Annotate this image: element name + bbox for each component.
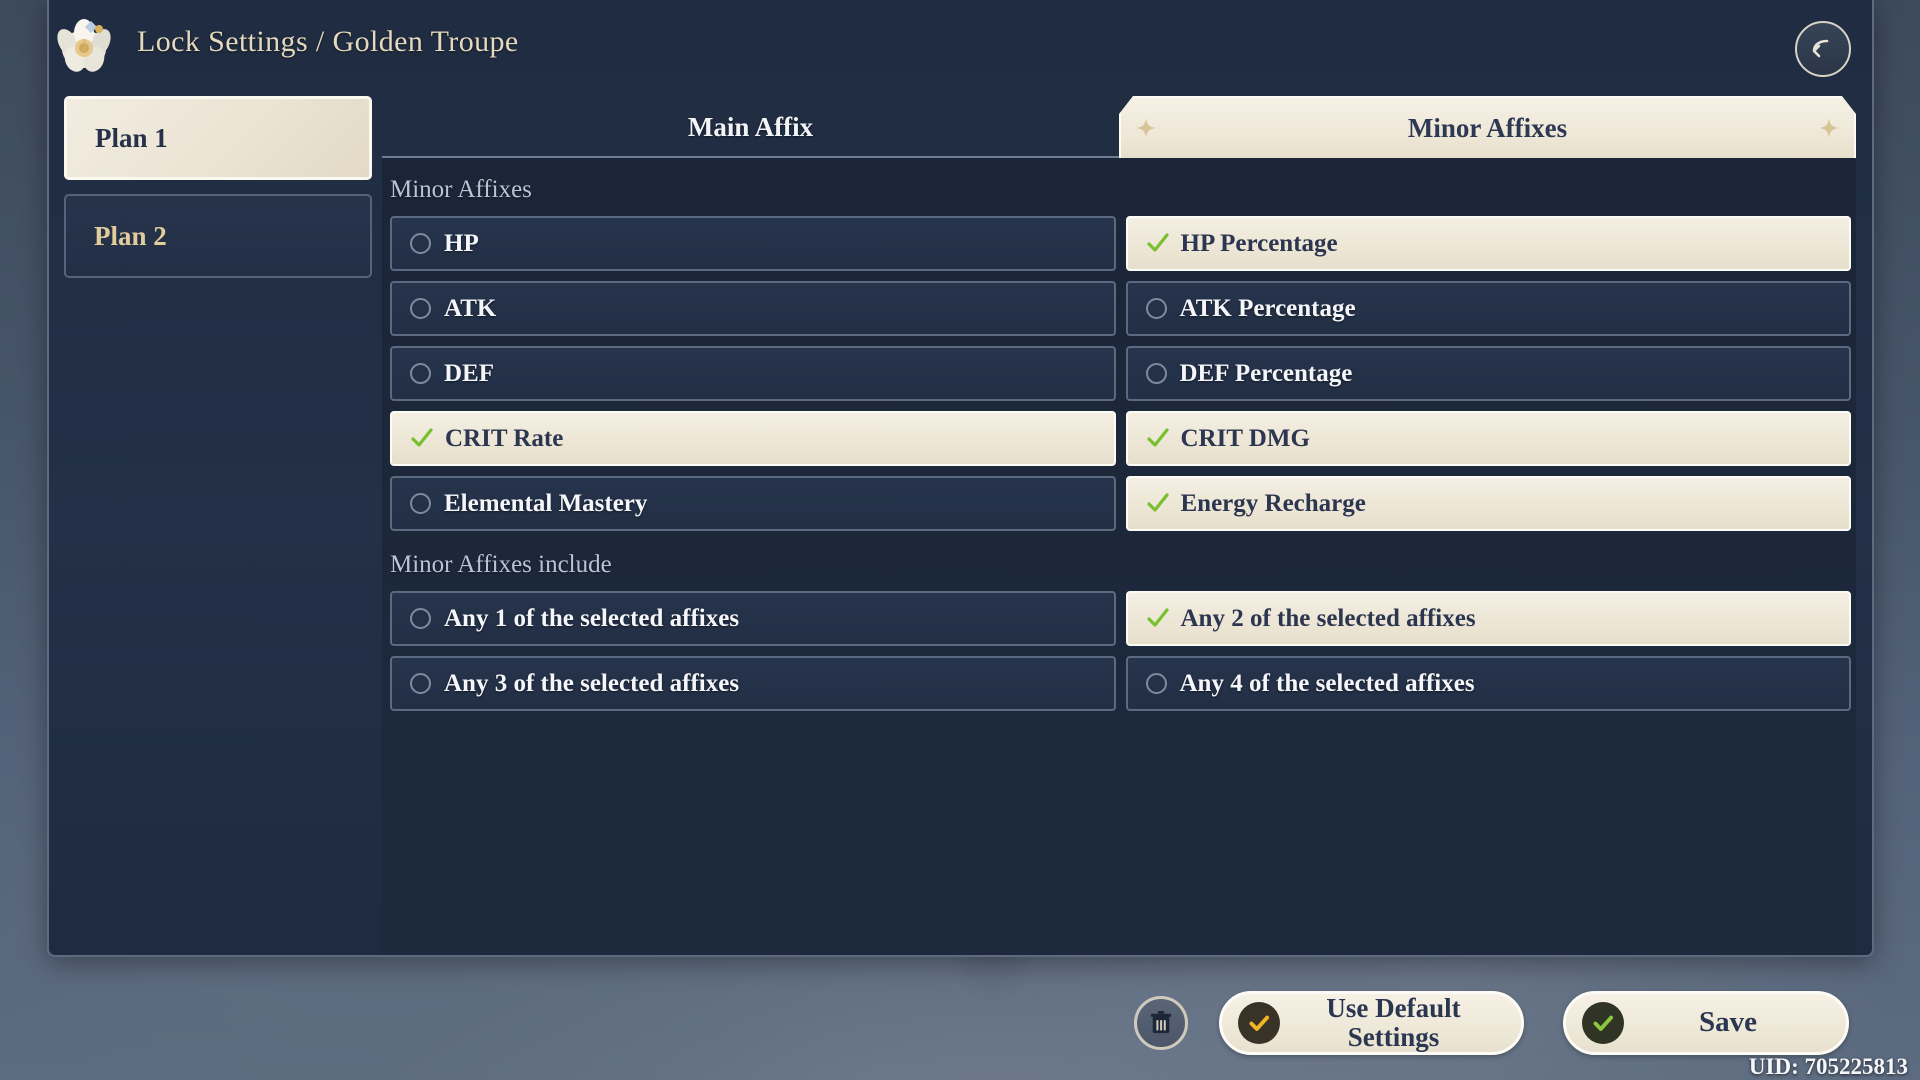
gold-check-icon: [1238, 1002, 1280, 1044]
minor-affixes-heading: Minor Affixes: [390, 176, 532, 203]
affix-option[interactable]: Elemental Mastery: [390, 476, 1116, 531]
green-check-icon: [1146, 492, 1169, 512]
affix-option[interactable]: ATK Percentage: [1125, 281, 1851, 336]
affix-option[interactable]: Any 4 of the selected affixes: [1125, 656, 1851, 711]
affix-option[interactable]: Any 3 of the selected affixes: [390, 656, 1116, 711]
affix-option-label: Elemental Mastery: [444, 489, 648, 517]
tab-main-affix-label: Main Affix: [687, 111, 814, 142]
radio-circle-icon: [410, 673, 431, 694]
affix-option-label: HP: [444, 229, 479, 257]
green-check-icon: [1146, 232, 1169, 252]
radio-circle-icon: [1145, 673, 1167, 694]
affix-tab-bar: Main Affix Minor Affixes: [382, 96, 1856, 158]
back-button[interactable]: [1795, 21, 1851, 77]
use-default-settings-button[interactable]: Use Default Settings: [1219, 991, 1524, 1055]
radio-circle-icon: [1145, 363, 1167, 384]
lock-settings-panel: Lock Settings / Golden Troupe Plan 1 Pla…: [47, 0, 1874, 957]
radio-circle-icon: [410, 493, 431, 514]
tab-minor-affixes[interactable]: Minor Affixes: [1119, 96, 1856, 158]
radio-circle-icon: [410, 298, 431, 319]
affix-option-label: Any 1 of the selected affixes: [444, 604, 740, 632]
sparkle-icon-left: [1135, 117, 1157, 139]
page-title: Lock Settings / Golden Troupe: [137, 25, 519, 58]
affix-option-label: Any 3 of the selected affixes: [444, 669, 740, 697]
affix-option[interactable]: HP Percentage: [1125, 216, 1851, 271]
affix-option[interactable]: Energy Recharge: [1125, 476, 1851, 531]
affix-option-label: DEF: [444, 359, 494, 387]
green-check-icon: [411, 427, 433, 447]
affix-option-label: Energy Recharge: [1180, 489, 1366, 517]
green-check-icon: [1146, 427, 1169, 447]
radio-circle-icon: [410, 363, 431, 384]
save-button[interactable]: Save: [1563, 991, 1849, 1055]
affix-option-label: HP Percentage: [1180, 229, 1338, 257]
affix-option[interactable]: DEF Percentage: [1125, 346, 1851, 401]
use-default-settings-label: Use Default Settings: [1326, 992, 1461, 1052]
tab-minor-affixes-label: Minor Affixes: [1407, 112, 1568, 143]
affix-option[interactable]: CRIT DMG: [1125, 411, 1851, 466]
green-check-icon: [1146, 607, 1169, 627]
radio-circle-icon: [410, 608, 431, 629]
plan-tab-2[interactable]: Plan 2: [64, 194, 372, 278]
affix-option[interactable]: ATK: [390, 281, 1116, 336]
green-check-icon: [1582, 1002, 1624, 1044]
panel-header: Lock Settings / Golden Troupe: [49, 0, 1872, 96]
radio-circle-icon: [1145, 298, 1167, 319]
minor-affixes-include-heading: Minor Affixes include: [390, 551, 612, 578]
affix-option-label: Any 2 of the selected affixes: [1180, 604, 1476, 632]
sparkle-icon-right: [1818, 117, 1840, 139]
affix-options-region: Minor Affixes HP HP Percentage ATK ATK Perc…: [382, 158, 1856, 955]
panel-body: Plan 1 Plan 2 Main Affix Minor Affixes M…: [49, 96, 1872, 955]
trash-icon: [1150, 1011, 1172, 1034]
affix-option[interactable]: Any 2 of the selected affixes: [1125, 591, 1851, 646]
affix-option-label: DEF Percentage: [1179, 359, 1353, 387]
tab-main-affix[interactable]: Main Affix: [382, 96, 1119, 158]
affix-option-label: Any 4 of the selected affixes: [1179, 669, 1475, 697]
affix-content: Main Affix Minor Affixes Minor Affixes H…: [382, 96, 1856, 955]
affix-option-label: CRIT DMG: [1180, 424, 1310, 452]
plan-tab-1[interactable]: Plan 1: [64, 96, 372, 180]
plan-tab-2-label: Plan 2: [94, 220, 167, 251]
panel-footer: Use Default Settings Save UID: 705225813: [0, 957, 1920, 1080]
radio-circle-icon: [410, 233, 431, 254]
minor-affixes-include-grid: Any 1 of the selected affixes Any 2 of th…: [382, 591, 1856, 711]
affix-option[interactable]: DEF: [390, 346, 1116, 401]
affix-option-label: ATK: [444, 294, 497, 322]
affix-option[interactable]: HP: [390, 216, 1116, 271]
back-arrow-icon: [1812, 39, 1829, 58]
save-label: Save: [1699, 1006, 1757, 1039]
delete-plan-button[interactable]: [1134, 996, 1188, 1050]
plan-list: Plan 1 Plan 2: [64, 96, 372, 292]
affix-option-label: ATK Percentage: [1179, 294, 1356, 322]
affix-option-label: CRIT Rate: [445, 424, 564, 452]
uid-text: UID: 705225813: [1748, 1054, 1908, 1079]
affix-option[interactable]: Any 1 of the selected affixes: [390, 591, 1116, 646]
minor-affixes-grid: HP HP Percentage ATK ATK Percentage DEF DEF P…: [382, 216, 1856, 531]
affix-option[interactable]: CRIT Rate: [390, 411, 1116, 466]
plan-tab-1-label: Plan 1: [95, 122, 168, 153]
golden-troupe-flower-icon: [51, 13, 117, 79]
